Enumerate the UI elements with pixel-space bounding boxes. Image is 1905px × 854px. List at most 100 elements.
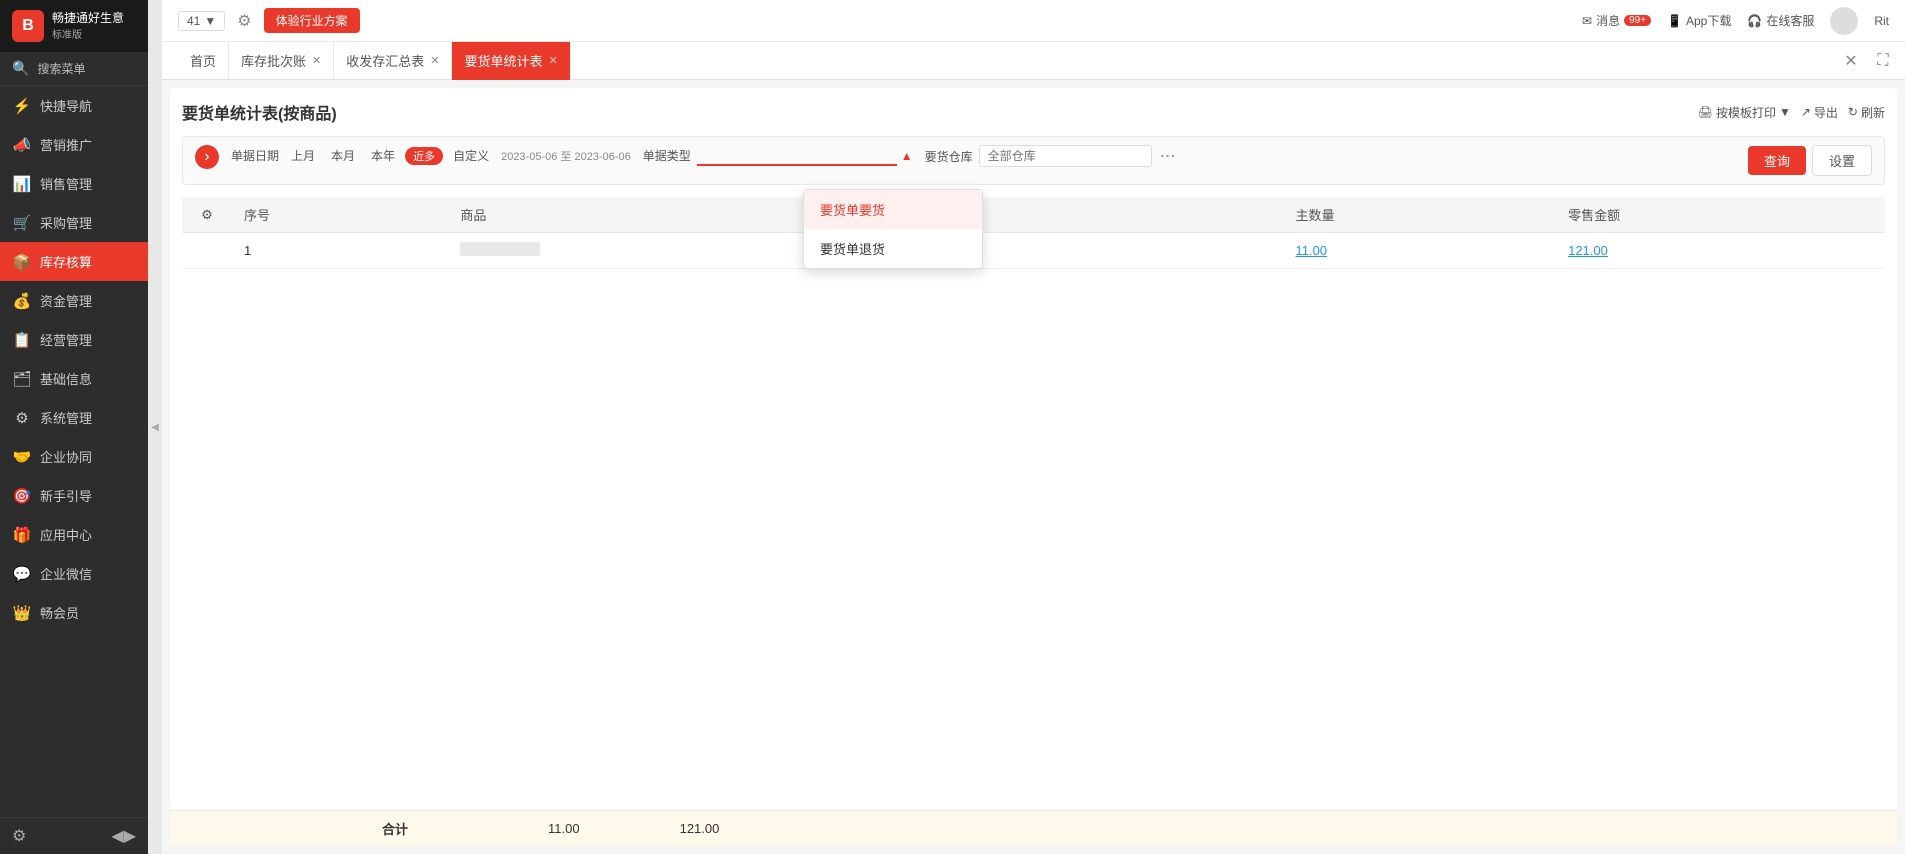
sidebar-item-appstore[interactable]: 🎁应用中心: [0, 515, 148, 554]
logo-icon: B: [12, 10, 44, 42]
tab-close-all-btn[interactable]: ✕: [1837, 47, 1865, 75]
sidebar-item-wechat[interactable]: 💬企业微信: [0, 554, 148, 593]
tab-close-batch[interactable]: ✕: [312, 54, 321, 67]
col-settings[interactable]: ⚙: [182, 197, 232, 233]
sidebar-item-sales[interactable]: 📊销售管理: [0, 164, 148, 203]
filter-expand-btn[interactable]: ›: [195, 145, 219, 169]
export-action[interactable]: ↗ 导出: [1801, 104, 1838, 121]
print-icon: 🖨: [1698, 105, 1713, 119]
online-service-item[interactable]: 🎧 在线客服: [1747, 12, 1814, 29]
online-service-label: 在线客服: [1766, 12, 1814, 29]
tab-bar-right: ✕ ⛶: [1837, 47, 1905, 75]
table-row: 1 块 11.00 121.00: [182, 233, 1885, 269]
query-btn[interactable]: 查询: [1748, 146, 1806, 175]
tab-close-consign[interactable]: ✕: [430, 54, 439, 67]
tab-home[interactable]: 首页: [178, 42, 229, 80]
app-download-item[interactable]: 📱 App下载: [1667, 12, 1731, 29]
cell-qty-0[interactable]: 11.00: [1283, 233, 1556, 269]
sidebar-label-operations: 经营管理: [40, 330, 92, 349]
tab-consign[interactable]: 收发存汇总表 ✕: [334, 42, 452, 80]
sidebar-collapse-bar[interactable]: ◀: [148, 0, 162, 854]
sidebar-search[interactable]: 🔍 搜索菜单: [0, 52, 148, 86]
footer-qty: 11.00: [548, 821, 580, 836]
cell-no-0: 1: [232, 233, 448, 269]
tab-close-order[interactable]: ✕: [549, 54, 558, 67]
warehouse-filter-label: 要货仓库: [925, 148, 973, 165]
type-filter-group: 单据类型 ▲: [643, 145, 913, 166]
tab-label-batch: 库存批次账: [241, 51, 306, 70]
sidebar-item-member[interactable]: 👑畅会员: [0, 593, 148, 632]
tab-order[interactable]: 要货单统计表✕: [452, 42, 570, 80]
tab-bar: 首页库存批次账✕收发存汇总表✕要货单统计表✕ ✕ ⛶: [162, 42, 1905, 80]
table-header: ⚙ 序号 商品 主计量单位 主数量 零售金额: [182, 197, 1885, 233]
main-area: 41 ▼ ⚙ 体验行业方案 ✉ 消息 99+ 📱 App下载 🎧 在线客服 Ri…: [162, 0, 1905, 854]
notification-label: 消息: [1596, 12, 1620, 29]
sidebar-icon-marketing: 📣: [12, 136, 32, 154]
page-content: 要货单统计表(按商品) 🖨 按模板打印 ▼ ↗ 导出 ↻ 刷新: [170, 88, 1897, 846]
filter-more-btn[interactable]: ⋯: [1160, 146, 1176, 166]
cell-amount-0[interactable]: 121.00: [1556, 233, 1885, 269]
collapse-arrow: ◀: [151, 422, 159, 433]
date-btn-this-year[interactable]: 本年: [365, 145, 401, 166]
logo-text-block: 畅捷通好生意 标准版: [52, 11, 124, 42]
header-gear-icon[interactable]: ⚙: [237, 11, 251, 31]
type-input-arrow[interactable]: ▲: [901, 149, 913, 163]
sidebar-icon-guide: 🎯: [12, 487, 32, 505]
table-footer: 合计 11.00 121.00: [170, 810, 1897, 846]
notification-badge: 99+: [1624, 15, 1651, 26]
sidebar-item-basic[interactable]: 🗂 基础信息: [0, 359, 148, 398]
sidebar-label-purchase: 采购管理: [40, 213, 92, 232]
sidebar-item-operations[interactable]: 📋经营管理: [0, 320, 148, 359]
top-header-right: ✉ 消息 99+ 📱 App下载 🎧 在线客服 Rit: [1582, 7, 1889, 35]
refresh-icon: ↻: [1848, 105, 1858, 119]
sidebar-item-inventory[interactable]: 📦库存核算: [0, 242, 148, 281]
logo-sub: 标准版: [52, 26, 124, 41]
type-filter-input[interactable]: [697, 145, 897, 166]
dropdown-item-order-purchase[interactable]: 要货单要货: [804, 190, 982, 229]
date-btn-custom[interactable]: 自定义: [447, 145, 495, 166]
sidebar-item-purchase[interactable]: 🛒采购管理: [0, 203, 148, 242]
export-label: 导出: [1814, 104, 1838, 121]
settings-btn[interactable]: 设置: [1812, 145, 1872, 176]
page-title-bar: 要货单统计表(按商品) 🖨 按模板打印 ▼ ↗ 导出 ↻ 刷新: [182, 100, 1885, 124]
sidebar-label-sales: 销售管理: [40, 174, 92, 193]
sidebar-item-quicknav[interactable]: ⚡快捷导航: [0, 86, 148, 125]
sidebar-icon-corp: 🤝: [12, 448, 32, 466]
app-download-label: App下载: [1686, 12, 1731, 29]
date-btn-this-month[interactable]: 本月: [325, 145, 361, 166]
page-title: 要货单统计表(按商品): [182, 100, 337, 124]
sidebar-item-corp[interactable]: 🤝企业协同: [0, 437, 148, 476]
sidebar-item-system[interactable]: ⚙系统管理: [0, 398, 148, 437]
tab-label-consign: 收发存汇总表: [346, 51, 424, 70]
tab-batch[interactable]: 库存批次账 ✕: [229, 42, 334, 80]
sidebar-label-guide: 新手引导: [40, 486, 92, 505]
date-btn-recent7[interactable]: 近多: [405, 147, 443, 165]
print-action[interactable]: 🖨 按模板打印 ▼: [1698, 104, 1791, 121]
page-actions: 🖨 按模板打印 ▼ ↗ 导出 ↻ 刷新: [1698, 104, 1885, 121]
sidebar-item-marketing[interactable]: 📣营销推广: [0, 125, 148, 164]
dropdown-item-order-return[interactable]: 要货单退货: [804, 229, 982, 268]
sidebar-icon-basic: 🗂: [12, 370, 32, 388]
filter-actions: 查询 设置: [1748, 145, 1872, 176]
refresh-label: 刷新: [1861, 104, 1885, 121]
sidebar-icon-inventory: 📦: [12, 253, 32, 271]
warehouse-filter-input[interactable]: [979, 145, 1152, 167]
refresh-action[interactable]: ↻ 刷新: [1848, 104, 1885, 121]
search-label: 搜索菜单: [37, 60, 85, 77]
date-btn-last-month[interactable]: 上月: [285, 145, 321, 166]
sidebar-item-guide[interactable]: 🎯 新手引导: [0, 476, 148, 515]
app-download-icon: 📱: [1667, 14, 1682, 28]
industry-btn[interactable]: 体验行业方案: [264, 8, 360, 33]
top-header-left: 41 ▼ ⚙ 体验行业方案: [178, 8, 360, 33]
notification-item[interactable]: ✉ 消息 99+: [1582, 12, 1651, 29]
date-filter-group: 单据日期 上月 本月 本年 近多 自定义 2023-05-06 至 2023-0…: [231, 145, 631, 166]
col-no: 序号: [232, 197, 448, 233]
store-selector[interactable]: 41 ▼: [178, 11, 225, 31]
sidebar-icon-appstore: 🎁: [12, 526, 32, 544]
sidebar-label-basic: 基础信息: [40, 369, 92, 388]
user-avatar[interactable]: [1830, 7, 1858, 35]
tab-maximize-btn[interactable]: ⛶: [1869, 47, 1897, 75]
settings-icon[interactable]: ⚙: [12, 826, 26, 846]
collapse-icon[interactable]: ◀▶: [111, 826, 136, 846]
sidebar-item-finance[interactable]: 💰资金管理: [0, 281, 148, 320]
